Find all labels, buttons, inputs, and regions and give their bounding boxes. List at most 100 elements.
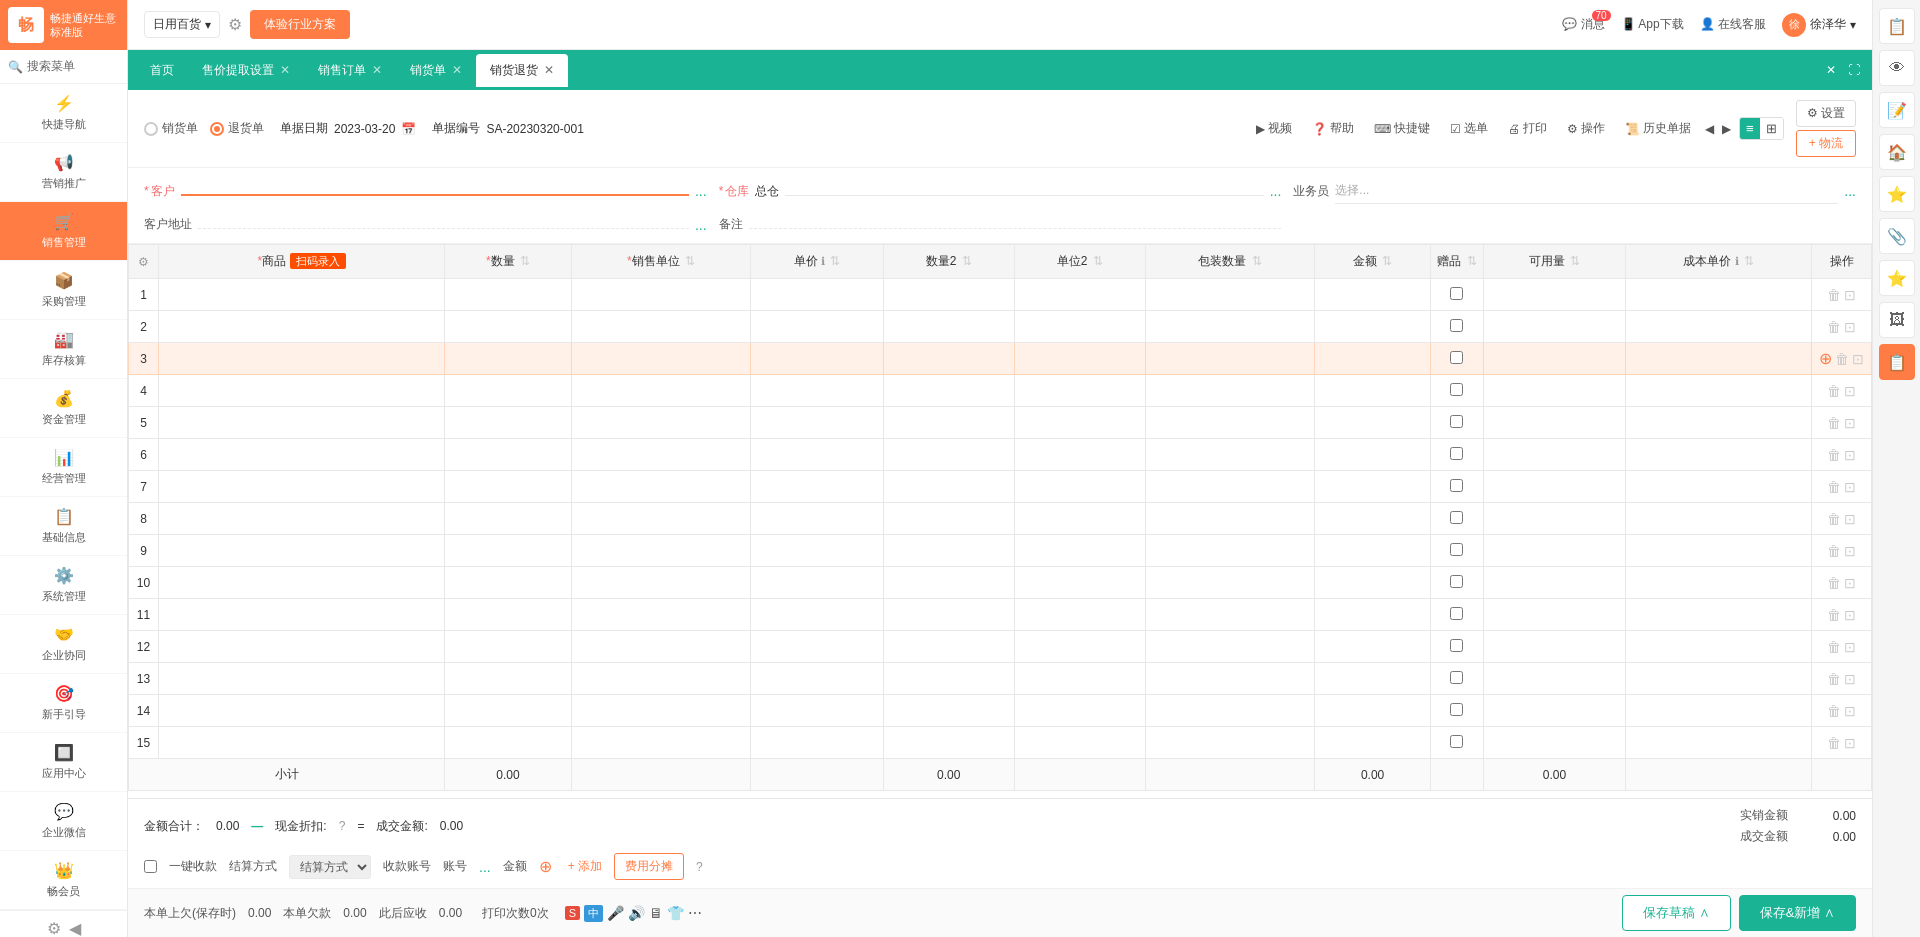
user-menu[interactable]: 徐 徐泽华 ▾ <box>1782 13 1856 37</box>
qty-cell-11[interactable] <box>445 599 571 631</box>
right-panel-btn-3[interactable]: 📝 <box>1879 92 1915 128</box>
price-cell-8[interactable] <box>751 503 883 535</box>
price-cell-7[interactable] <box>751 471 883 503</box>
copy-row-btn-11[interactable]: ⊡ <box>1844 607 1856 623</box>
available-cell-9[interactable] <box>1483 535 1626 567</box>
qty-cell-3[interactable] <box>445 343 571 375</box>
unit2-cell-5[interactable] <box>1014 407 1145 439</box>
unit-cell-6[interactable] <box>571 439 751 471</box>
delete-row-btn-10[interactable]: 🗑 <box>1827 575 1841 591</box>
delete-row-btn-11[interactable]: 🗑 <box>1827 607 1841 623</box>
amount-cell-7[interactable] <box>1315 471 1431 503</box>
sidebar-item-appcenter[interactable]: 🔲 应用中心 <box>0 733 127 792</box>
unit-cell-3[interactable] <box>571 343 751 375</box>
right-panel-btn-8[interactable]: 🖼 <box>1879 302 1915 338</box>
price-cell-9[interactable] <box>751 535 883 567</box>
right-panel-btn-6[interactable]: 📎 <box>1879 218 1915 254</box>
product-cell-14[interactable] <box>159 695 445 727</box>
available-cell-3[interactable] <box>1483 343 1626 375</box>
prev-doc-btn[interactable]: ◀ <box>1705 122 1714 136</box>
unit-cell-1[interactable] <box>571 279 751 311</box>
qty-cell-7[interactable] <box>445 471 571 503</box>
gift-cell-12[interactable] <box>1431 631 1483 663</box>
copy-row-btn-12[interactable]: ⊡ <box>1844 639 1856 655</box>
available-cell-7[interactable] <box>1483 471 1626 503</box>
unit-cell-5[interactable] <box>571 407 751 439</box>
close-tab-btn[interactable]: ✕ <box>1822 59 1840 81</box>
unit-cell-15[interactable] <box>571 727 751 759</box>
qty-cell-2[interactable] <box>445 311 571 343</box>
copy-row-btn-1[interactable]: ⊡ <box>1844 287 1856 303</box>
available-cell-12[interactable] <box>1483 631 1626 663</box>
price-cell-6[interactable] <box>751 439 883 471</box>
price-cell-3[interactable] <box>751 343 883 375</box>
message-badge[interactable]: 💬 消息 70 <box>1562 16 1604 33</box>
unit-cell-14[interactable] <box>571 695 751 727</box>
delete-row-btn-3[interactable]: 🗑 <box>1835 351 1849 367</box>
available-cell-10[interactable] <box>1483 567 1626 599</box>
product-cell-11[interactable] <box>159 599 445 631</box>
copy-row-btn-13[interactable]: ⊡ <box>1844 671 1856 687</box>
cost-cell-15[interactable] <box>1626 727 1812 759</box>
unit-cell-7[interactable] <box>571 471 751 503</box>
amount-cell-5[interactable] <box>1315 407 1431 439</box>
amount-cell-4[interactable] <box>1315 375 1431 407</box>
available-sort-icon[interactable]: ⇅ <box>1570 254 1580 268</box>
pkg-cell-4[interactable] <box>1145 375 1314 407</box>
unit-cell-12[interactable] <box>571 631 751 663</box>
warehouse-select-btn[interactable]: ... <box>1270 183 1282 199</box>
sidebar-item-basic[interactable]: 📋 基础信息 <box>0 497 127 556</box>
sidebar-item-purchase[interactable]: 📦 采购管理 <box>0 261 127 320</box>
qty2-cell-3[interactable] <box>883 343 1014 375</box>
cost-cell-3[interactable] <box>1626 343 1812 375</box>
app-download-btn[interactable]: 📱 App下载 <box>1621 16 1684 33</box>
print-btn[interactable]: 🖨 打印 <box>1502 117 1553 140</box>
qty2-cell-9[interactable] <box>883 535 1014 567</box>
unit-cell-10[interactable] <box>571 567 751 599</box>
cost-cell-5[interactable] <box>1626 407 1812 439</box>
price-cell-4[interactable] <box>751 375 883 407</box>
gift-cell-10[interactable] <box>1431 567 1483 599</box>
gift-cell-15[interactable] <box>1431 727 1483 759</box>
available-cell-2[interactable] <box>1483 311 1626 343</box>
sidebar-item-wechat[interactable]: 💬 企业微信 <box>0 792 127 851</box>
help-btn[interactable]: ❓ 帮助 <box>1306 117 1360 140</box>
copy-row-btn-10[interactable]: ⊡ <box>1844 575 1856 591</box>
unit-cell-13[interactable] <box>571 663 751 695</box>
product-cell-5[interactable] <box>159 407 445 439</box>
cost-cell-11[interactable] <box>1626 599 1812 631</box>
add-payment-btn[interactable]: + 添加 <box>568 858 602 875</box>
tab-sales-order[interactable]: 销售订单 ✕ <box>304 54 396 87</box>
delete-row-btn-12[interactable]: 🗑 <box>1827 639 1841 655</box>
unit-cell-11[interactable] <box>571 599 751 631</box>
radio-return[interactable]: 退货单 <box>210 120 264 137</box>
add-logistics-btn[interactable]: + 物流 <box>1796 130 1856 157</box>
gift-cell-11[interactable] <box>1431 599 1483 631</box>
unit2-cell-7[interactable] <box>1014 471 1145 503</box>
copy-row-btn-9[interactable]: ⊡ <box>1844 543 1856 559</box>
right-panel-btn-1[interactable]: 📋 <box>1879 8 1915 44</box>
fee-help-icon[interactable]: ? <box>696 860 703 874</box>
qty2-cell-6[interactable] <box>883 439 1014 471</box>
video-btn[interactable]: ▶ 视频 <box>1250 117 1298 140</box>
col-settings[interactable]: ⚙ <box>129 245 159 279</box>
tab-close-price-settings[interactable]: ✕ <box>280 63 290 77</box>
cost-cell-14[interactable] <box>1626 695 1812 727</box>
available-cell-15[interactable] <box>1483 727 1626 759</box>
price-cell-2[interactable] <box>751 311 883 343</box>
staff-select-btn[interactable]: ... <box>1844 183 1856 199</box>
right-panel-btn-7[interactable]: ⭐ <box>1879 260 1915 296</box>
account-select-btn[interactable]: ... <box>479 859 491 875</box>
gift-cell-8[interactable] <box>1431 503 1483 535</box>
copy-row-btn-5[interactable]: ⊡ <box>1844 415 1856 431</box>
table-view-btn[interactable]: ≡ <box>1740 118 1760 139</box>
next-doc-btn[interactable]: ▶ <box>1722 122 1731 136</box>
calendar-icon[interactable]: 📅 <box>401 122 416 136</box>
amount-cell-2[interactable] <box>1315 311 1431 343</box>
copy-row-btn-3[interactable]: ⊡ <box>1852 351 1864 367</box>
unit-cell-8[interactable] <box>571 503 751 535</box>
operate-btn[interactable]: ⚙ 操作 <box>1561 117 1611 140</box>
address-select-btn[interactable]: ... <box>695 217 707 233</box>
radio-delivery[interactable]: 销货单 <box>144 120 198 137</box>
product-cell-4[interactable] <box>159 375 445 407</box>
